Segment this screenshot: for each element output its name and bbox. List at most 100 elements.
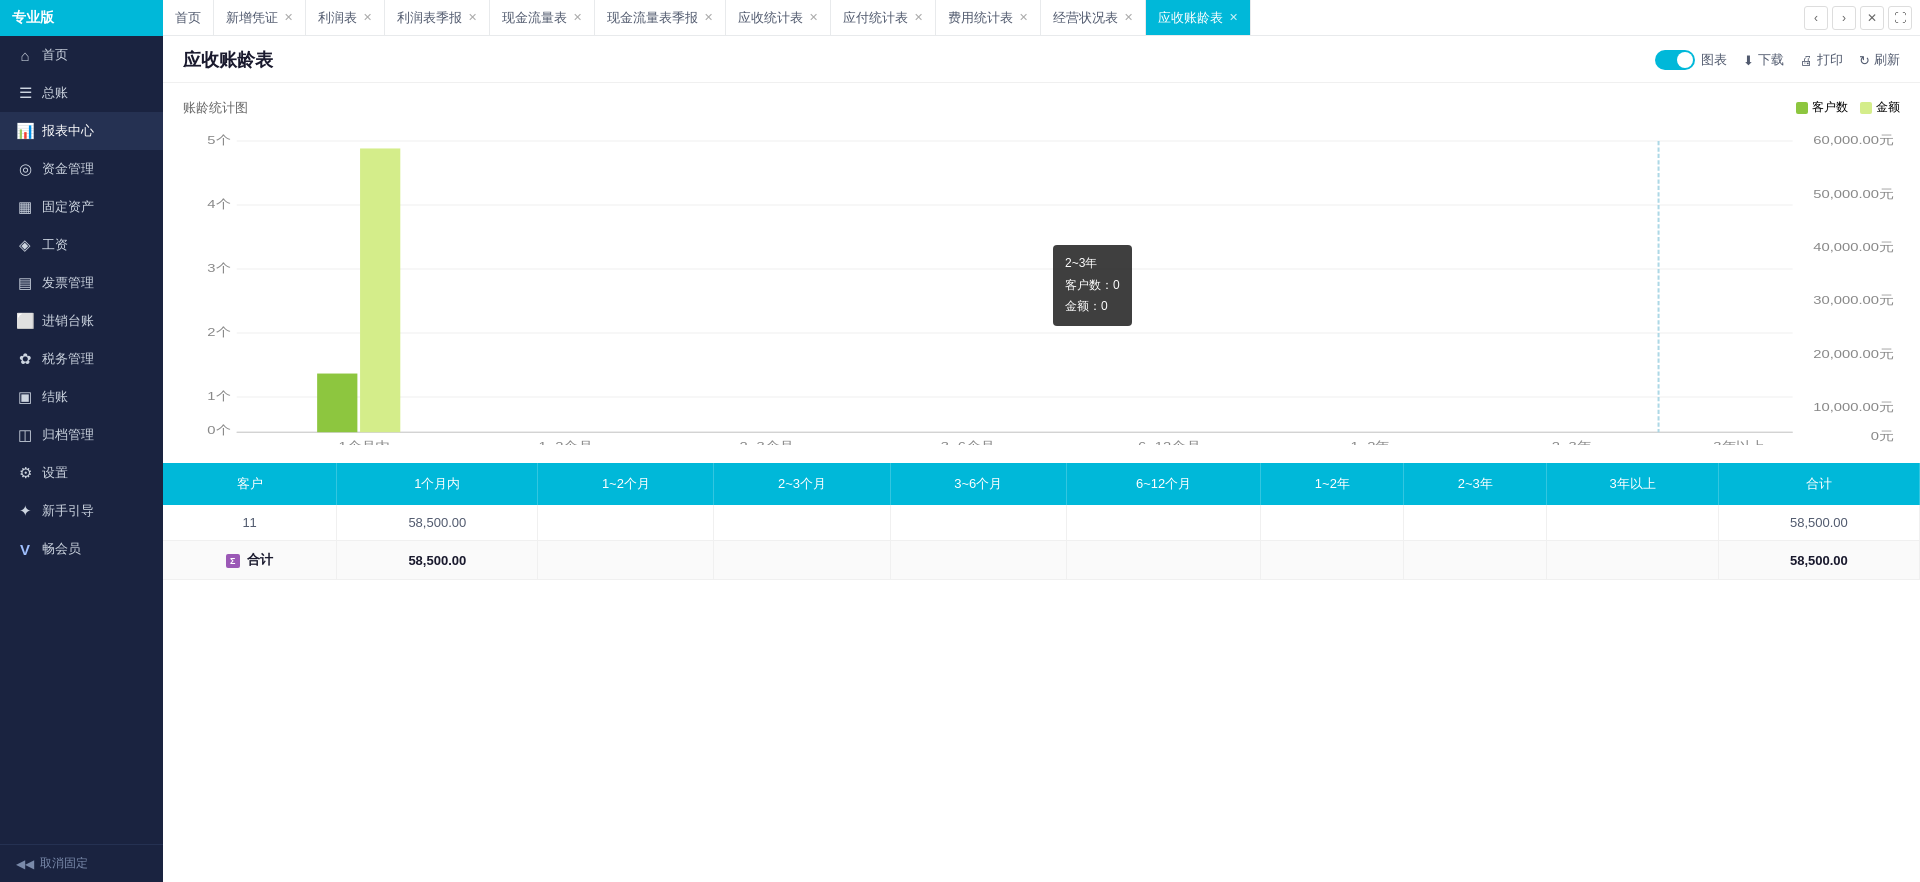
settings-icon: ⚙ — [16, 464, 34, 482]
sidebar-item-label: 报表中心 — [42, 122, 94, 140]
tab-cashflow-close[interactable]: ✕ — [573, 11, 582, 24]
tab-expense[interactable]: 费用统计表 ✕ — [936, 0, 1041, 35]
sidebar-item-home[interactable]: ⌂ 首页 — [0, 36, 163, 74]
sidebar-item-archive[interactable]: ◫ 归档管理 — [0, 416, 163, 454]
chart-toggle[interactable] — [1655, 50, 1695, 70]
tax-icon: ✿ — [16, 350, 34, 368]
tab-nav-prev[interactable]: ‹ — [1804, 6, 1828, 30]
svg-text:10,000.00元: 10,000.00元 — [1813, 400, 1893, 413]
svg-text:60,000.00元: 60,000.00元 — [1813, 134, 1893, 147]
sidebar-item-closing[interactable]: ▣ 结账 — [0, 378, 163, 416]
sidebar-item-label: 固定资产 — [42, 198, 94, 216]
tab-cashflow-q[interactable]: 现金流量表季报 ✕ — [595, 0, 726, 35]
tab-voucher-close[interactable]: ✕ — [284, 11, 293, 24]
td-total-y23 — [1404, 541, 1547, 580]
unpin-button[interactable]: ◀◀ 取消固定 — [0, 844, 163, 882]
svg-text:20,000.00元: 20,000.00元 — [1813, 347, 1893, 360]
th-y12: 1~2年 — [1261, 463, 1404, 505]
td-m36 — [890, 505, 1066, 541]
tab-cashflow-q-close[interactable]: ✕ — [704, 11, 713, 24]
chart-title: 账龄统计图 — [183, 99, 1900, 117]
tab-ar-stat-close[interactable]: ✕ — [809, 11, 818, 24]
download-button[interactable]: ⬇ 下载 — [1743, 51, 1784, 69]
svg-text:2个: 2个 — [207, 326, 230, 339]
tab-close-all[interactable]: ✕ — [1860, 6, 1884, 30]
svg-text:1个: 1个 — [207, 390, 230, 403]
sidebar-item-label: 进销台账 — [42, 312, 94, 330]
main-area: 首页 新增凭证 ✕ 利润表 ✕ 利润表季报 ✕ 现金流量表 ✕ 现金流量表季报 … — [163, 0, 1920, 882]
tab-profit-q-close[interactable]: ✕ — [468, 11, 477, 24]
tab-ap-stat-close[interactable]: ✕ — [914, 11, 923, 24]
sidebar-item-member[interactable]: V 畅会员 — [0, 530, 163, 568]
th-y23: 2~3年 — [1404, 463, 1547, 505]
aging-table: 客户 1个月内 1~2个月 2~3个月 3~6个月 6~12个月 1~2年 2~… — [163, 463, 1920, 580]
td-total: 58,500.00 — [1718, 505, 1919, 541]
tab-ar-stat[interactable]: 应收统计表 ✕ — [726, 0, 831, 35]
sidebar-item-label: 设置 — [42, 464, 68, 482]
sidebar-item-settings[interactable]: ⚙ 设置 — [0, 454, 163, 492]
tab-ap-stat[interactable]: 应付统计表 ✕ — [831, 0, 936, 35]
svg-text:4个: 4个 — [207, 198, 230, 211]
tab-ar-aging-close[interactable]: ✕ — [1229, 11, 1238, 24]
sidebar-item-tax[interactable]: ✿ 税务管理 — [0, 340, 163, 378]
sidebar-item-label: 工资 — [42, 236, 68, 254]
print-icon: 🖨 — [1800, 53, 1813, 68]
chevron-left-icon: ◀◀ — [16, 857, 34, 871]
sidebar: 专业版 ⌂ 首页 ☰ 总账 📊 报表中心 ◎ 资金管理 ▦ 固定资产 ◈ 工资 … — [0, 0, 163, 882]
svg-text:6~12个月: 6~12个月 — [1138, 440, 1200, 445]
td-total-m1: 58,500.00 — [337, 541, 538, 580]
logo: 专业版 — [0, 0, 163, 36]
tab-expense-close[interactable]: ✕ — [1019, 11, 1028, 24]
sidebar-item-assets[interactable]: ▦ 固定资产 — [0, 188, 163, 226]
page-title: 应收账龄表 — [183, 48, 273, 72]
ledger-icon: ☰ — [16, 84, 34, 102]
legend-amount-color — [1860, 102, 1872, 114]
page-header: 应收账龄表 图表 ⬇ 下载 🖨 打印 ↻ 刷新 — [163, 36, 1920, 83]
sidebar-item-guide[interactable]: ✦ 新手引导 — [0, 492, 163, 530]
th-m612: 6~12个月 — [1066, 463, 1261, 505]
tab-profit-q[interactable]: 利润表季报 ✕ — [385, 0, 490, 35]
th-total: 合计 — [1718, 463, 1919, 505]
svg-text:2~3个月: 2~3个月 — [740, 440, 794, 445]
sidebar-item-salary[interactable]: ◈ 工资 — [0, 226, 163, 264]
tab-profit-label: 利润表 — [318, 9, 357, 27]
tab-home[interactable]: 首页 — [163, 0, 214, 35]
tab-ar-aging[interactable]: 应收账龄表 ✕ — [1146, 0, 1251, 35]
refresh-label: 刷新 — [1874, 51, 1900, 69]
refresh-button[interactable]: ↻ 刷新 — [1859, 51, 1900, 69]
bar-customers-0 — [317, 374, 357, 433]
svg-text:50,000.00元: 50,000.00元 — [1813, 187, 1893, 200]
tab-voucher[interactable]: 新增凭证 ✕ — [214, 0, 306, 35]
funds-icon: ◎ — [16, 160, 34, 178]
sidebar-item-reports[interactable]: 📊 报表中心 — [0, 112, 163, 150]
td-m12 — [538, 505, 714, 541]
tab-maximize[interactable]: ⛶ — [1888, 6, 1912, 30]
reports-icon: 📊 — [16, 122, 34, 140]
tab-biz-stat-close[interactable]: ✕ — [1124, 11, 1133, 24]
th-m12: 1~2个月 — [538, 463, 714, 505]
sidebar-item-ledger[interactable]: ☰ 总账 — [0, 74, 163, 112]
tab-biz-stat[interactable]: 经营状况表 ✕ — [1041, 0, 1146, 35]
table-area: 客户 1个月内 1~2个月 2~3个月 3~6个月 6~12个月 1~2年 2~… — [163, 463, 1920, 882]
sidebar-item-invoice[interactable]: ▤ 发票管理 — [0, 264, 163, 302]
total-icon: Σ — [226, 554, 240, 568]
chart-container: 5个 4个 3个 2个 1个 0个 60,000.00元 50,000.00元 … — [183, 125, 1900, 445]
svg-text:0元: 0元 — [1871, 429, 1894, 442]
tab-home-label: 首页 — [175, 9, 201, 27]
tab-profit-close[interactable]: ✕ — [363, 11, 372, 24]
tab-nav-next[interactable]: › — [1832, 6, 1856, 30]
sidebar-item-label: 结账 — [42, 388, 68, 406]
th-customer: 客户 — [163, 463, 337, 505]
member-icon: V — [16, 541, 34, 558]
sidebar-item-stock[interactable]: ⬜ 进销台账 — [0, 302, 163, 340]
tab-cashflow[interactable]: 现金流量表 ✕ — [490, 0, 595, 35]
td-total-label: Σ 合计 — [163, 541, 337, 580]
svg-text:3~6个月: 3~6个月 — [941, 440, 995, 445]
td-total-total: 58,500.00 — [1718, 541, 1919, 580]
print-button[interactable]: 🖨 打印 — [1800, 51, 1843, 69]
td-m23 — [714, 505, 890, 541]
tab-profit[interactable]: 利润表 ✕ — [306, 0, 385, 35]
td-customer: 11 — [163, 505, 337, 541]
chart-toggle-label: 图表 — [1701, 51, 1727, 69]
sidebar-item-funds[interactable]: ◎ 资金管理 — [0, 150, 163, 188]
